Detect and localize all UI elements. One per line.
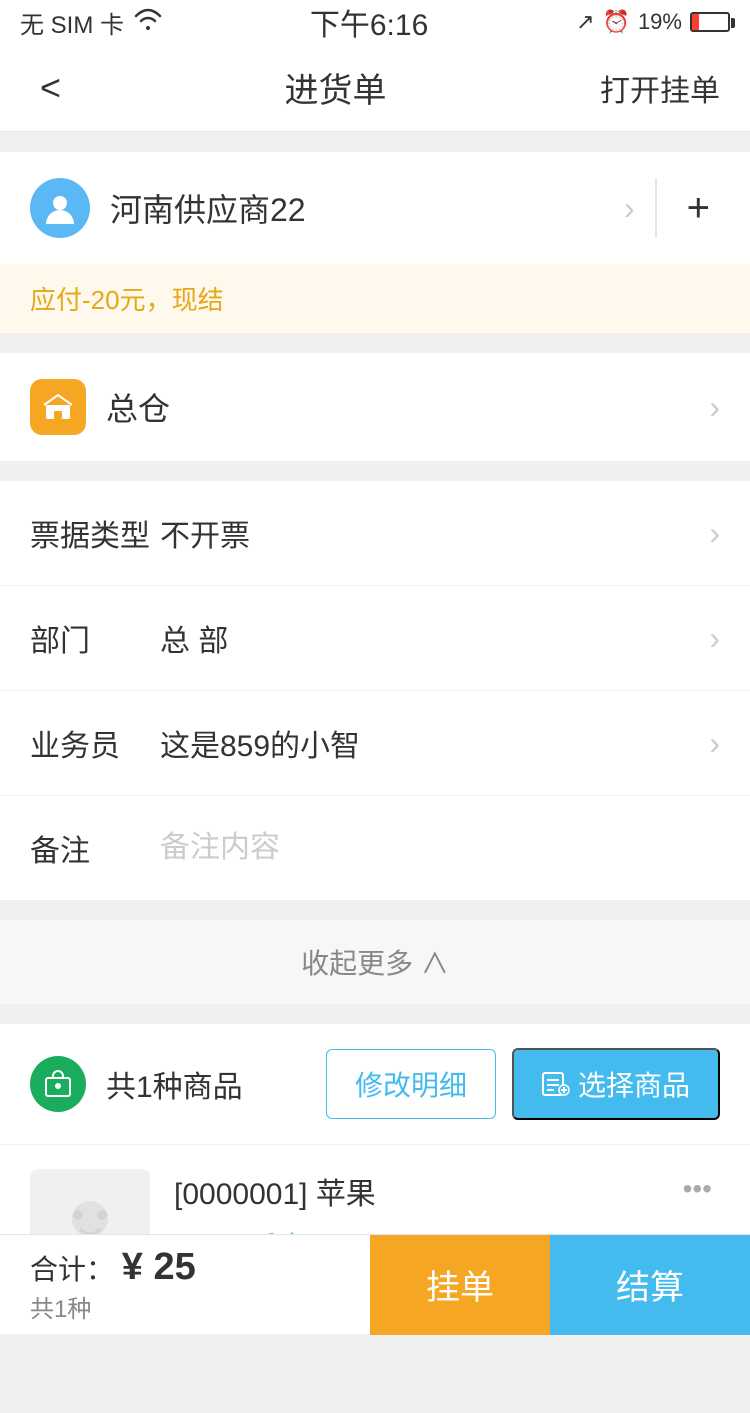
dept-label: 部门 <box>30 616 160 660</box>
total-label: 合计： <box>30 1254 114 1285</box>
warehouse-section: 总仓 › <box>0 353 750 461</box>
product-code: [0000001] <box>174 1178 307 1211</box>
nav-bar: < 进货单 打开挂单 <box>0 44 750 132</box>
page-title: 进货单 <box>285 63 387 112</box>
collapse-label: 收起更多 ∧ <box>301 948 449 979</box>
total-amount: ¥ 25 <box>122 1246 196 1288</box>
product-name: [0000001] 苹果 <box>174 1169 675 1213</box>
collapse-toggle[interactable]: 收起更多 ∧ <box>0 920 750 1004</box>
invoice-value: 不开票 <box>160 511 709 555</box>
remark-label: 备注 <box>30 826 160 870</box>
status-right: ↗ ⏰ 19% <box>576 9 730 35</box>
supplier-avatar <box>30 178 90 238</box>
salesman-label: 业务员 <box>30 721 160 765</box>
supplier-section: 河南供应商22 › + 应付-20元，现结 <box>0 152 750 333</box>
dept-chevron-icon: › <box>709 620 720 657</box>
remark-row[interactable]: 备注 <box>0 796 750 900</box>
battery-icon <box>690 12 730 32</box>
checkout-button[interactable]: 结算 <box>550 1235 750 1335</box>
product-header: 共1种商品 修改明细 选择商品 <box>0 1024 750 1145</box>
salesman-row[interactable]: 业务员 这是859的小智 › <box>0 691 750 796</box>
supplier-chevron-icon: › <box>624 190 635 227</box>
add-supplier-button[interactable]: + <box>677 186 720 231</box>
battery-percent: 19% <box>638 9 682 35</box>
hang-button[interactable]: 挂单 <box>370 1235 550 1335</box>
back-button[interactable]: < <box>30 57 71 119</box>
warehouse-name: 总仓 <box>106 384 709 430</box>
supplier-row[interactable]: 河南供应商22 › + <box>0 152 750 264</box>
dept-value: 总 部 <box>160 616 709 660</box>
location-icon: ↗ <box>576 9 594 35</box>
status-bar: 无 SIM 卡 下午6:16 ↗ ⏰ 19% <box>0 0 750 44</box>
carrier-text: 无 SIM 卡 <box>20 5 124 40</box>
top-divider <box>0 132 750 152</box>
total-count: 共1种 <box>30 1289 340 1324</box>
select-product-button[interactable]: 选择商品 <box>512 1048 720 1120</box>
status-left: 无 SIM 卡 <box>20 5 162 40</box>
product-section-icon <box>30 1056 86 1112</box>
salesman-chevron-icon: › <box>709 725 720 762</box>
wifi-icon <box>134 8 162 37</box>
invoice-chevron-icon: › <box>709 515 720 552</box>
warehouse-row[interactable]: 总仓 › <box>0 353 750 461</box>
supplier-divider <box>655 178 657 238</box>
warehouse-icon <box>30 379 86 435</box>
checkout-label: 结算 <box>616 1260 684 1309</box>
form-section: 票据类型 不开票 › 部门 总 部 › 业务员 这是859的小智 › 备注 <box>0 481 750 900</box>
salesman-value: 这是859的小智 <box>160 721 709 765</box>
remark-input[interactable] <box>160 831 720 865</box>
bottom-total: 合计： ¥ 25 共1种 <box>0 1246 370 1324</box>
product-count: 共1种商品 <box>106 1062 326 1106</box>
dept-row[interactable]: 部门 总 部 › <box>0 586 750 691</box>
hang-label: 挂单 <box>426 1260 494 1309</box>
bottom-bar: 合计： ¥ 25 共1种 挂单 结算 <box>0 1234 750 1334</box>
alarm-icon: ⏰ <box>603 9 630 35</box>
warehouse-chevron-icon: › <box>709 389 720 426</box>
invoice-row[interactable]: 票据类型 不开票 › <box>0 481 750 586</box>
invoice-label: 票据类型 <box>30 511 160 555</box>
product-more-button[interactable]: ••• <box>675 1169 720 1209</box>
supplier-name: 河南供应商22 <box>110 185 624 231</box>
divider-1 <box>0 333 750 353</box>
modify-detail-button[interactable]: 修改明细 <box>326 1049 496 1119</box>
total-line: 合计： ¥ 25 <box>30 1246 340 1289</box>
select-product-label: 选择商品 <box>578 1064 690 1104</box>
supplier-notice: 应付-20元，现结 <box>0 264 750 333</box>
status-time: 下午6:16 <box>310 0 428 44</box>
open-hang-button[interactable]: 打开挂单 <box>600 66 720 110</box>
